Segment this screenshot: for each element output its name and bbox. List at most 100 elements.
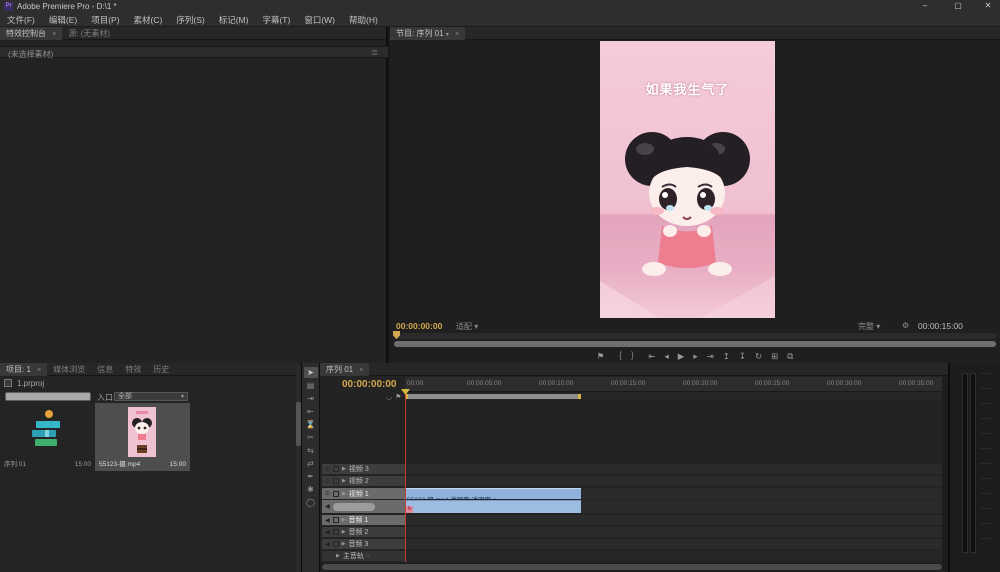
safe-margins-button[interactable]: ⊞ bbox=[771, 350, 778, 362]
sync-lock-icon[interactable] bbox=[333, 478, 339, 484]
minimize-icon[interactable]: – bbox=[915, 1, 935, 10]
track-master-content[interactable] bbox=[405, 551, 948, 561]
collapse-track-icon[interactable]: ▶ bbox=[342, 541, 346, 547]
track-master-header[interactable]: ▶ 主音轨 ⁙ bbox=[322, 551, 405, 561]
toggle-track-output-icon[interactable]: ⊙ bbox=[325, 490, 330, 497]
step-back-button[interactable]: ◂ bbox=[664, 350, 668, 362]
menu-project[interactable]: 项目(P) bbox=[84, 14, 126, 26]
tab-project[interactable]: 项目: 1 × bbox=[0, 363, 47, 376]
collapse-track-icon[interactable]: ▶ bbox=[342, 529, 346, 535]
tab-effect-controls[interactable]: 特效控制台 × bbox=[0, 27, 62, 40]
menu-file[interactable]: 文件(F) bbox=[0, 14, 42, 26]
slide-tool[interactable]: ⇄ bbox=[304, 458, 318, 469]
track-name[interactable]: 音频 2 bbox=[348, 527, 368, 537]
menu-clip[interactable]: 素材(C) bbox=[127, 14, 170, 26]
timeline-clip-audio[interactable]: fx bbox=[405, 500, 581, 513]
track-name[interactable]: 视频 2 bbox=[349, 476, 369, 486]
entry-filter-dropdown[interactable]: 全部 ▾ bbox=[114, 392, 188, 401]
timeline-ruler[interactable]: 00:00 00:00:05:00 00:00:10:00 00:00:15:0… bbox=[405, 377, 948, 392]
program-current-timecode[interactable]: 00:00:00:00 bbox=[396, 321, 442, 331]
snap-magnet-icon[interactable]: ◡ bbox=[386, 393, 392, 401]
track-video-3-content[interactable] bbox=[405, 464, 948, 474]
search-input[interactable] bbox=[5, 392, 91, 401]
playback-resolution-dropdown[interactable]: 完整 ▾ bbox=[858, 321, 880, 332]
timeline-clip-video[interactable]: 55123-摄.mp4 透明度:透明度 ▾ bbox=[405, 488, 581, 499]
zoom-tool[interactable]: ◯ bbox=[304, 497, 318, 508]
mark-in-button[interactable]: ｛ bbox=[613, 350, 622, 362]
mark-out-button[interactable]: ｝ bbox=[631, 350, 640, 362]
track-audio-3-header[interactable]: ◀ ▶ 音频 3 bbox=[322, 539, 405, 549]
hand-tool[interactable]: ✱ bbox=[304, 484, 318, 495]
track-audio-1-header[interactable]: ◀ ▶ 音频 1 bbox=[322, 515, 405, 525]
razor-tool[interactable]: ✂ bbox=[304, 432, 318, 443]
lift-button[interactable]: ↥ bbox=[723, 350, 730, 362]
menu-sequence[interactable]: 序列(S) bbox=[169, 14, 211, 26]
slip-tool[interactable]: ⇆ bbox=[304, 445, 318, 456]
work-area-bar[interactable] bbox=[405, 394, 581, 399]
track-rename-field[interactable] bbox=[333, 503, 375, 511]
maximize-icon[interactable]: ▢ bbox=[948, 1, 968, 10]
track-name[interactable]: 视频 1 bbox=[349, 489, 369, 499]
tab-close-icon[interactable]: × bbox=[37, 367, 41, 374]
menu-window[interactable]: 窗口(W) bbox=[297, 14, 342, 26]
project-scrollbar-thumb[interactable] bbox=[296, 402, 301, 446]
monitor-time-ruler[interactable] bbox=[394, 333, 996, 339]
timeline-horizontal-scrollbar[interactable] bbox=[320, 563, 948, 571]
menu-help[interactable]: 帮助(H) bbox=[342, 14, 385, 26]
rate-stretch-tool[interactable]: ⌛ bbox=[304, 419, 318, 430]
clip-effect-badge[interactable]: 透明度:透明度 ▾ bbox=[450, 497, 496, 499]
track-audio-1-content[interactable] bbox=[405, 515, 948, 525]
tab-program-monitor[interactable]: 节目: 序列 01 ▾ × bbox=[390, 27, 465, 40]
selection-tool[interactable]: ➤ bbox=[304, 367, 318, 378]
go-to-out-button[interactable]: ⇥ bbox=[707, 350, 714, 362]
speaker-icon[interactable]: ◀ bbox=[325, 541, 330, 548]
set-marker-icon[interactable]: ⚑ bbox=[395, 393, 401, 401]
menu-marker[interactable]: 标记(M) bbox=[212, 14, 256, 26]
menu-title[interactable]: 字幕(T) bbox=[255, 14, 297, 26]
playhead-line[interactable] bbox=[405, 392, 406, 562]
ripple-edit-tool[interactable]: ⇥ bbox=[304, 393, 318, 404]
extract-button[interactable]: ↧ bbox=[739, 350, 746, 362]
track-video-1-subrow-header[interactable]: ◀ bbox=[322, 500, 405, 513]
timeline-current-timecode[interactable]: 00:00:00:00 bbox=[342, 379, 396, 390]
menu-edit[interactable]: 编辑(E) bbox=[42, 14, 84, 26]
sync-lock-icon[interactable] bbox=[333, 517, 339, 523]
monitor-zoom-scrollbar[interactable] bbox=[394, 341, 996, 347]
add-marker-button[interactable]: ⚑ bbox=[597, 350, 605, 362]
loop-button[interactable]: ↻ bbox=[755, 350, 762, 362]
collapse-track-icon[interactable]: ▶ bbox=[342, 478, 346, 484]
tab-media-browser[interactable]: 媒体浏览 bbox=[47, 363, 91, 376]
tab-effects[interactable]: 特效 bbox=[119, 363, 147, 376]
toggle-track-output-icon[interactable]: ⊙ bbox=[325, 478, 330, 485]
tab-close-icon[interactable]: × bbox=[52, 31, 56, 38]
track-video-2-content[interactable] bbox=[405, 476, 948, 486]
track-name[interactable]: 音频 1 bbox=[348, 515, 368, 525]
speaker-icon[interactable]: ◀ bbox=[325, 517, 330, 524]
track-video-2-header[interactable]: ⊙ ▶ 视频 2 bbox=[322, 476, 405, 486]
tab-sequence[interactable]: 序列 01 × bbox=[320, 363, 369, 376]
tab-history[interactable]: 历史 bbox=[147, 363, 175, 376]
speaker-icon[interactable]: ◀ bbox=[325, 529, 330, 536]
track-name[interactable]: 视频 3 bbox=[349, 464, 369, 474]
tab-close-icon[interactable]: × bbox=[455, 31, 459, 38]
track-audio-2-content[interactable] bbox=[405, 527, 948, 537]
project-item-sequence[interactable]: 序列 01 15:00 bbox=[0, 403, 95, 471]
tab-source-monitor[interactable]: 源: (无素材) bbox=[62, 27, 116, 40]
step-forward-button[interactable]: ▸ bbox=[693, 350, 697, 362]
export-frame-button[interactable]: ⧉ bbox=[787, 350, 793, 362]
sync-lock-icon[interactable] bbox=[333, 466, 339, 472]
sync-lock-icon[interactable] bbox=[333, 491, 339, 497]
track-select-tool[interactable]: ▤ bbox=[304, 380, 318, 391]
pen-tool[interactable]: ✒ bbox=[304, 471, 318, 482]
rolling-edit-tool[interactable]: ⇤ bbox=[304, 406, 318, 417]
track-name[interactable]: 音频 3 bbox=[348, 539, 368, 549]
collapse-track-icon[interactable]: ▶ bbox=[336, 553, 340, 559]
tab-close-icon[interactable]: × bbox=[359, 367, 363, 374]
track-audio-3-content[interactable] bbox=[405, 539, 948, 549]
track-video-1-header[interactable]: ⊙ ▶ 视频 1 bbox=[322, 488, 405, 499]
chevron-down-icon[interactable]: ▾ bbox=[446, 32, 449, 38]
close-icon[interactable]: ✕ bbox=[978, 1, 998, 10]
track-video-3-header[interactable]: ⊙ ▶ 视频 3 bbox=[322, 464, 405, 474]
collapse-track-icon[interactable]: ▶ bbox=[342, 517, 346, 523]
collapse-track-icon[interactable]: ▶ bbox=[342, 491, 346, 497]
